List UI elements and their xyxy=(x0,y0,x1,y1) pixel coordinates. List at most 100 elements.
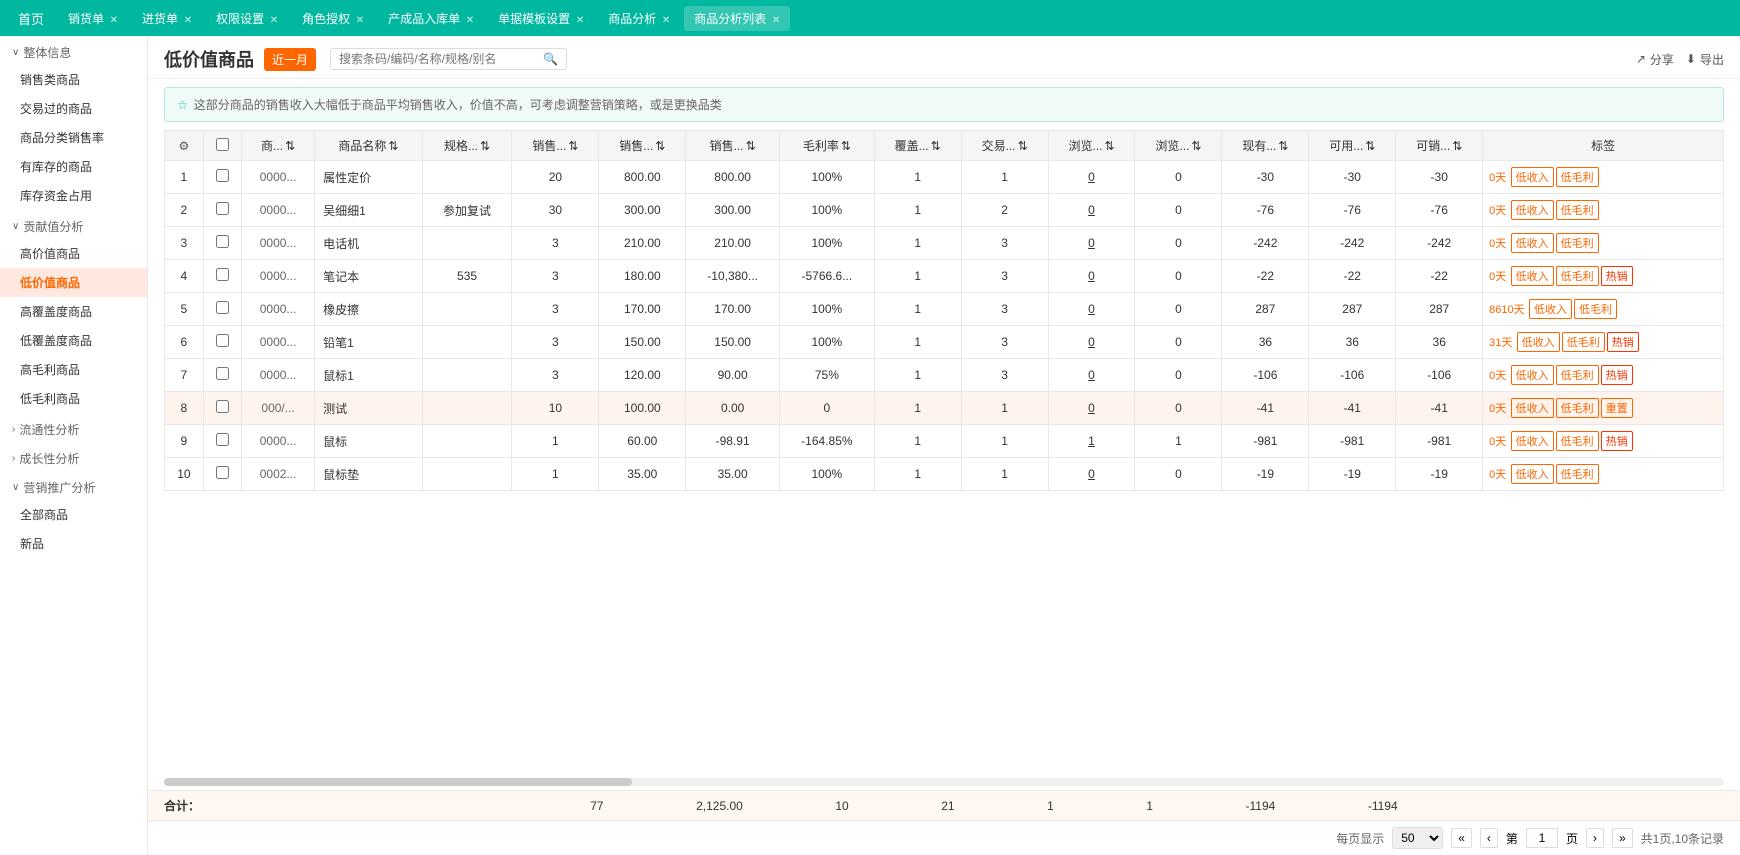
row-name[interactable]: 鼠标垫 xyxy=(315,458,423,491)
sidebar-item-inventory-capital[interactable]: 库存资金占用 xyxy=(0,181,147,210)
row-name[interactable]: 属性定价 xyxy=(315,161,423,194)
row-checkbox-cell xyxy=(203,326,241,359)
row-checkbox[interactable] xyxy=(216,235,229,248)
sidebar-item-category-sales-rate[interactable]: 商品分类销售率 xyxy=(0,123,147,152)
row-name[interactable]: 鼠标 xyxy=(315,425,423,458)
row-checkbox[interactable] xyxy=(216,466,229,479)
view1-link[interactable]: 0 xyxy=(1088,335,1095,349)
sidebar-group-marketing[interactable]: ∨ 营销推广分析 xyxy=(0,471,147,500)
row-checkbox[interactable] xyxy=(216,367,229,380)
row-name[interactable]: 电话机 xyxy=(315,227,423,260)
row-checkbox[interactable] xyxy=(216,202,229,215)
sidebar-item-traded-products[interactable]: 交易过的商品 xyxy=(0,94,147,123)
filter-recent-month-button[interactable]: 近一月 xyxy=(264,48,316,71)
col-spec[interactable]: 规格... ⇅ xyxy=(422,131,512,161)
row-name[interactable]: 鼠标1 xyxy=(315,359,423,392)
view1-link[interactable]: 0 xyxy=(1088,203,1095,217)
row-name[interactable]: 笔记本 xyxy=(315,260,423,293)
row-checkbox[interactable] xyxy=(216,400,229,413)
sidebar-item-all-products[interactable]: 全部商品 xyxy=(0,500,147,529)
col-sales-cost[interactable]: 销售... ⇅ xyxy=(686,131,780,161)
view1-link[interactable]: 0 xyxy=(1088,401,1095,415)
col-sales-amount[interactable]: 销售... ⇅ xyxy=(599,131,686,161)
sort-icon: ⇅ xyxy=(931,139,941,153)
sidebar-item-high-coverage[interactable]: 高覆盖度商品 xyxy=(0,297,147,326)
view1-link[interactable]: 1 xyxy=(1088,434,1095,448)
row-checkbox[interactable] xyxy=(216,433,229,446)
col-name[interactable]: 商品名称 ⇅ xyxy=(315,131,423,161)
first-page-button[interactable]: « xyxy=(1451,828,1472,848)
nav-purchase-order[interactable]: 进货单 ✕ xyxy=(132,6,202,31)
sidebar-group-circulation[interactable]: › 流通性分析 xyxy=(0,413,147,442)
sidebar-item-stocked-products[interactable]: 有库存的商品 xyxy=(0,152,147,181)
current-page-input[interactable] xyxy=(1526,828,1558,848)
view1-link[interactable]: 0 xyxy=(1088,302,1095,316)
nav-role-auth[interactable]: 角色授权 ✕ xyxy=(292,6,374,31)
last-page-button[interactable]: » xyxy=(1612,828,1633,848)
col-sellable[interactable]: 可销... ⇅ xyxy=(1396,131,1483,161)
sort-icon: ⇅ xyxy=(1365,139,1375,153)
sidebar-item-sales-products[interactable]: 销售类商品 xyxy=(0,65,147,94)
page-size-select[interactable]: 50 20 100 xyxy=(1392,827,1443,849)
nav-home[interactable]: 首页 xyxy=(8,5,54,32)
export-button[interactable]: ⬇ 导出 xyxy=(1686,51,1724,68)
col-gross-rate[interactable]: 毛利率 ⇅ xyxy=(780,131,875,161)
view1-link[interactable]: 0 xyxy=(1088,170,1095,184)
col-sales-qty[interactable]: 销售... ⇅ xyxy=(512,131,599,161)
row-view1: 0 xyxy=(1048,392,1135,425)
row-sales-cost: -10,380... xyxy=(686,260,780,293)
gear-icon[interactable]: ⚙ xyxy=(179,139,190,153)
row-name[interactable]: 测试 xyxy=(315,392,423,425)
sidebar-item-low-margin[interactable]: 低毛利商品 xyxy=(0,384,147,413)
sidebar-group-contribution[interactable]: ∨ 贡献值分析 xyxy=(0,210,147,239)
sidebar-item-high-value[interactable]: 高价值商品 xyxy=(0,239,147,268)
row-sellable: -41 xyxy=(1396,392,1483,425)
col-current-stock[interactable]: 现有... ⇅ xyxy=(1222,131,1309,161)
sidebar-item-new-products[interactable]: 新品 xyxy=(0,529,147,558)
nav-product-inbound[interactable]: 产成品入库单 ✕ xyxy=(378,6,484,31)
sidebar-item-low-coverage[interactable]: 低覆盖度商品 xyxy=(0,326,147,355)
row-view2: 1 xyxy=(1135,425,1222,458)
row-sales-qty: 10 xyxy=(512,392,599,425)
nav-sales-order[interactable]: 销货单 ✕ xyxy=(58,6,128,31)
sidebar-group-overall[interactable]: ∨ 整体信息 xyxy=(0,36,147,65)
sidebar-group-growth[interactable]: › 成长性分析 xyxy=(0,442,147,471)
row-checkbox[interactable] xyxy=(216,334,229,347)
row-name[interactable]: 橡皮擦 xyxy=(315,293,423,326)
col-trade[interactable]: 交易... ⇅ xyxy=(961,131,1048,161)
scrollbar-thumb[interactable] xyxy=(164,778,632,786)
select-all-checkbox[interactable] xyxy=(216,138,229,151)
row-name[interactable]: 铅笔1 xyxy=(315,326,423,359)
col-view1[interactable]: 浏览... ⇅ xyxy=(1048,131,1135,161)
row-checkbox[interactable] xyxy=(216,268,229,281)
row-name[interactable]: 吴细细1 xyxy=(315,194,423,227)
row-view2: 0 xyxy=(1135,392,1222,425)
search-icon[interactable]: 🔍 xyxy=(543,52,558,66)
view1-link[interactable]: 0 xyxy=(1088,236,1095,250)
col-code[interactable]: 商... ⇅ xyxy=(242,131,315,161)
share-button[interactable]: ↗ 分享 xyxy=(1636,51,1674,68)
view1-link[interactable]: 0 xyxy=(1088,467,1095,481)
table-horizontal-scrollbar[interactable] xyxy=(164,778,1724,786)
search-input[interactable] xyxy=(339,52,539,66)
row-view1: 0 xyxy=(1048,227,1135,260)
row-checkbox[interactable] xyxy=(216,301,229,314)
col-settings[interactable]: ⚙ xyxy=(165,131,204,161)
col-coverage[interactable]: 覆盖... ⇅ xyxy=(874,131,961,161)
sidebar-item-low-value[interactable]: 低价值商品 xyxy=(0,268,147,297)
nav-product-analysis[interactable]: 商品分析 ✕ xyxy=(598,6,680,31)
next-page-button[interactable]: › xyxy=(1586,828,1604,848)
row-sellable: -76 xyxy=(1396,194,1483,227)
nav-product-analysis-list[interactable]: 商品分析列表 ✕ xyxy=(684,6,790,31)
row-current-stock: -22 xyxy=(1222,260,1309,293)
nav-permissions[interactable]: 权限设置 ✕ xyxy=(206,6,288,31)
col-view2[interactable]: 浏览... ⇅ xyxy=(1135,131,1222,161)
view1-link[interactable]: 0 xyxy=(1088,368,1095,382)
nav-template-settings[interactable]: 单据模板设置 ✕ xyxy=(488,6,594,31)
prev-page-button[interactable]: ‹ xyxy=(1480,828,1498,848)
sidebar-item-high-margin[interactable]: 高毛利商品 xyxy=(0,355,147,384)
tag-low-margin: 低毛利 xyxy=(1556,398,1599,418)
col-available[interactable]: 可用... ⇅ xyxy=(1309,131,1396,161)
view1-link[interactable]: 0 xyxy=(1088,269,1095,283)
row-checkbox[interactable] xyxy=(216,169,229,182)
